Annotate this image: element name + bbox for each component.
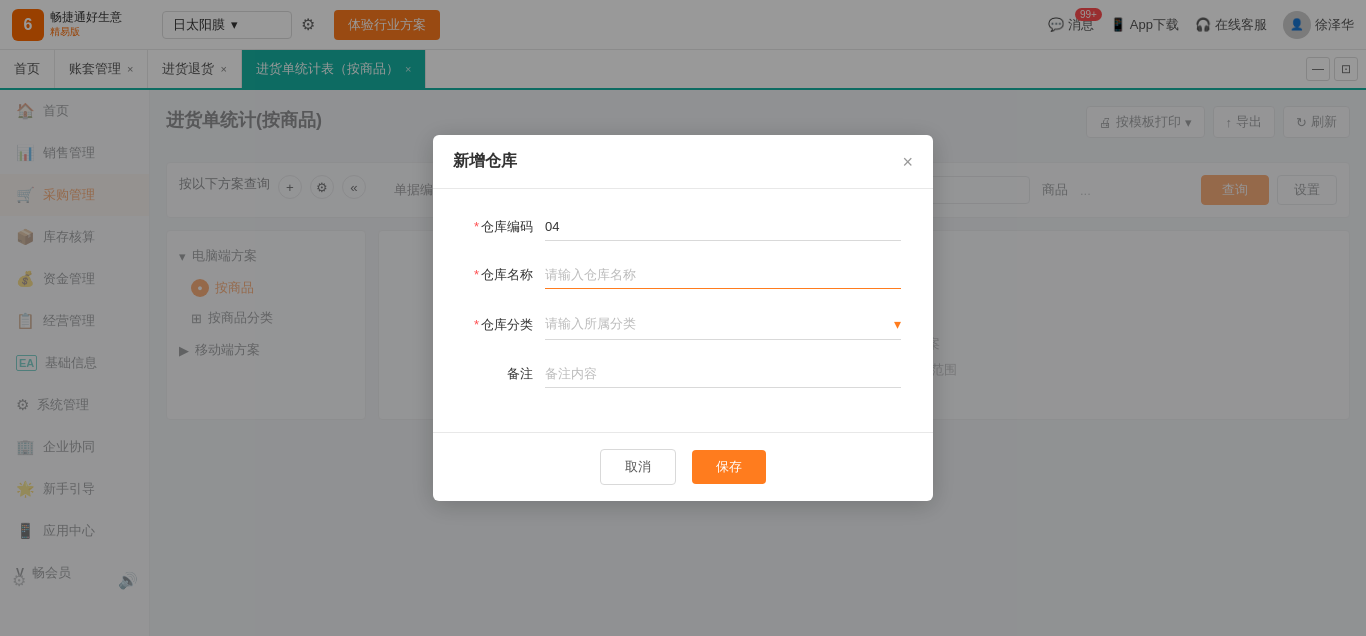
remark-field-row: 备注	[465, 360, 901, 388]
modal-overlay: 新增仓库 × 仓库编码 仓库名称 仓库分类 请输入所属分类 ▾	[0, 0, 1366, 636]
cancel-button[interactable]: 取消	[600, 449, 676, 485]
code-field-row: 仓库编码	[465, 213, 901, 241]
category-field-row: 仓库分类 请输入所属分类 ▾	[465, 309, 901, 340]
code-label: 仓库编码	[465, 218, 545, 236]
save-button[interactable]: 保存	[692, 450, 766, 484]
code-input[interactable]	[545, 213, 901, 241]
add-warehouse-modal: 新增仓库 × 仓库编码 仓库名称 仓库分类 请输入所属分类 ▾	[433, 135, 933, 501]
modal-header: 新增仓库 ×	[433, 135, 933, 189]
modal-title: 新增仓库	[453, 151, 517, 172]
modal-close-button[interactable]: ×	[902, 153, 913, 171]
remark-input[interactable]	[545, 360, 901, 388]
modal-footer: 取消 保存	[433, 432, 933, 501]
modal-body: 仓库编码 仓库名称 仓库分类 请输入所属分类 ▾ 备注	[433, 189, 933, 432]
category-placeholder: 请输入所属分类	[545, 315, 894, 333]
name-input[interactable]	[545, 261, 901, 289]
name-label: 仓库名称	[465, 266, 545, 284]
remark-label: 备注	[465, 365, 545, 383]
category-label: 仓库分类	[465, 316, 545, 334]
category-select[interactable]: 请输入所属分类 ▾	[545, 309, 901, 340]
name-field-row: 仓库名称	[465, 261, 901, 289]
category-arrow-icon: ▾	[894, 316, 901, 332]
